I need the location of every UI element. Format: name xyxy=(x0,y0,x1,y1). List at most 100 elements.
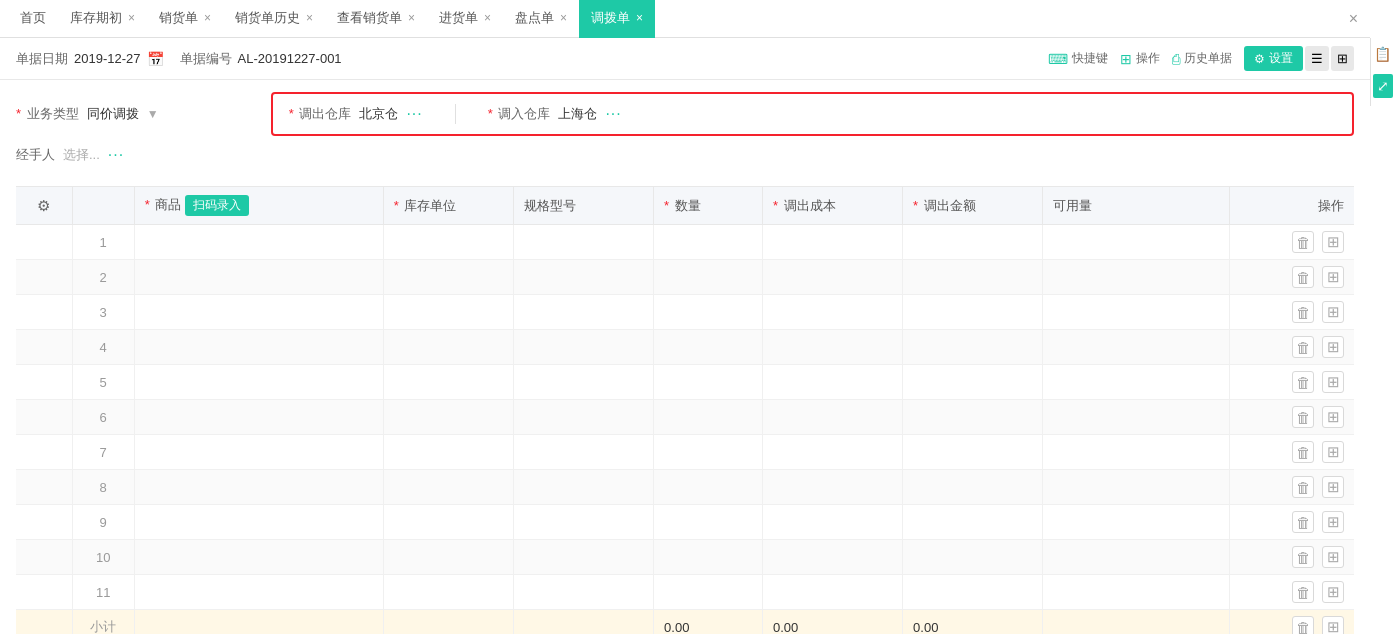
table-gear-icon[interactable]: ⚙ xyxy=(37,197,50,214)
row-product-cell[interactable] xyxy=(134,435,383,470)
row-product-cell[interactable] xyxy=(134,330,383,365)
close-all-tabs[interactable]: × xyxy=(1345,6,1362,32)
row-unit-cell[interactable] xyxy=(383,330,513,365)
row-product-cell[interactable] xyxy=(134,505,383,540)
copy-row-btn[interactable]: ⊞ xyxy=(1322,441,1344,463)
tab-close-transfer[interactable]: × xyxy=(636,11,643,25)
delete-row-btn[interactable]: 🗑 xyxy=(1292,231,1314,253)
row-spec-cell[interactable] xyxy=(514,295,654,330)
row-amount-cell[interactable] xyxy=(903,540,1043,575)
row-unit-cell[interactable] xyxy=(383,540,513,575)
row-spec-cell[interactable] xyxy=(514,330,654,365)
row-cost-cell[interactable] xyxy=(763,505,903,540)
row-qty-cell[interactable] xyxy=(654,260,763,295)
row-unit-cell[interactable] xyxy=(383,400,513,435)
tab-close-inventory-init[interactable]: × xyxy=(128,11,135,25)
row-product-cell[interactable] xyxy=(134,295,383,330)
shortcut-key-btn[interactable]: ⌨ 快捷键 xyxy=(1048,50,1108,67)
copy-row-btn[interactable]: ⊞ xyxy=(1322,581,1344,603)
layout-btn-2[interactable]: ⊞ xyxy=(1331,46,1354,71)
row-cost-cell[interactable] xyxy=(763,225,903,260)
copy-row-btn[interactable]: ⊞ xyxy=(1322,266,1344,288)
row-amount-cell[interactable] xyxy=(903,330,1043,365)
row-cost-cell[interactable] xyxy=(763,540,903,575)
row-spec-cell[interactable] xyxy=(514,260,654,295)
delete-row-btn[interactable]: 🗑 xyxy=(1292,441,1314,463)
out-warehouse-more-btn[interactable]: ··· xyxy=(406,105,422,123)
copy-row-btn[interactable]: ⊞ xyxy=(1322,546,1344,568)
copy-row-btn[interactable]: ⊞ xyxy=(1322,476,1344,498)
row-amount-cell[interactable] xyxy=(903,295,1043,330)
row-amount-cell[interactable] xyxy=(903,400,1043,435)
row-amount-cell[interactable] xyxy=(903,505,1043,540)
subtotal-copy-btn[interactable]: ⊞ xyxy=(1322,616,1344,634)
delete-row-btn[interactable]: 🗑 xyxy=(1292,336,1314,358)
delete-row-btn[interactable]: 🗑 xyxy=(1292,266,1314,288)
row-amount-cell[interactable] xyxy=(903,365,1043,400)
tab-sales-history[interactable]: 销货单历史 × xyxy=(223,0,325,38)
tab-view-sales[interactable]: 查看销货单 × xyxy=(325,0,427,38)
row-amount-cell[interactable] xyxy=(903,260,1043,295)
row-cost-cell[interactable] xyxy=(763,260,903,295)
row-spec-cell[interactable] xyxy=(514,540,654,575)
row-qty-cell[interactable] xyxy=(654,435,763,470)
row-amount-cell[interactable] xyxy=(903,575,1043,610)
row-cost-cell[interactable] xyxy=(763,435,903,470)
row-unit-cell[interactable] xyxy=(383,575,513,610)
history-doc-btn[interactable]: ⎙ 历史单据 xyxy=(1172,50,1232,67)
sidebar-expand-icon[interactable]: ⤢ xyxy=(1373,74,1393,98)
row-product-cell[interactable] xyxy=(134,365,383,400)
row-qty-cell[interactable] xyxy=(654,225,763,260)
row-unit-cell[interactable] xyxy=(383,260,513,295)
row-qty-cell[interactable] xyxy=(654,365,763,400)
tab-close-purchase-order[interactable]: × xyxy=(484,11,491,25)
delete-row-btn[interactable]: 🗑 xyxy=(1292,301,1314,323)
tab-close-sales-history[interactable]: × xyxy=(306,11,313,25)
row-unit-cell[interactable] xyxy=(383,505,513,540)
tab-inventory-init[interactable]: 库存期初 × xyxy=(58,0,147,38)
row-spec-cell[interactable] xyxy=(514,365,654,400)
setting-btn[interactable]: ⚙ 设置 xyxy=(1244,46,1303,71)
row-qty-cell[interactable] xyxy=(654,575,763,610)
row-unit-cell[interactable] xyxy=(383,470,513,505)
sidebar-doc-icon[interactable]: 📋 xyxy=(1374,46,1391,62)
row-amount-cell[interactable] xyxy=(903,435,1043,470)
row-spec-cell[interactable] xyxy=(514,505,654,540)
tab-purchase-order[interactable]: 进货单 × xyxy=(427,0,503,38)
row-product-cell[interactable] xyxy=(134,470,383,505)
row-cost-cell[interactable] xyxy=(763,295,903,330)
biz-type-select[interactable]: 同价调拨 ▼ xyxy=(87,105,247,123)
copy-row-btn[interactable]: ⊞ xyxy=(1322,336,1344,358)
row-spec-cell[interactable] xyxy=(514,400,654,435)
row-qty-cell[interactable] xyxy=(654,330,763,365)
tab-transfer[interactable]: 调拨单 × xyxy=(579,0,655,38)
row-cost-cell[interactable] xyxy=(763,470,903,505)
copy-row-btn[interactable]: ⊞ xyxy=(1322,371,1344,393)
tab-home[interactable]: 首页 xyxy=(8,0,58,38)
copy-row-btn[interactable]: ⊞ xyxy=(1322,406,1344,428)
row-unit-cell[interactable] xyxy=(383,365,513,400)
row-unit-cell[interactable] xyxy=(383,295,513,330)
row-cost-cell[interactable] xyxy=(763,365,903,400)
row-product-cell[interactable] xyxy=(134,540,383,575)
tab-close-view-sales[interactable]: × xyxy=(408,11,415,25)
tab-sales-order[interactable]: 销货单 × xyxy=(147,0,223,38)
row-qty-cell[interactable] xyxy=(654,470,763,505)
row-amount-cell[interactable] xyxy=(903,470,1043,505)
calendar-icon[interactable]: 📅 xyxy=(147,51,164,67)
row-product-cell[interactable] xyxy=(134,260,383,295)
tab-stock-check[interactable]: 盘点单 × xyxy=(503,0,579,38)
operations-btn[interactable]: ⊞ 操作 xyxy=(1120,50,1160,67)
scan-entry-btn[interactable]: 扫码录入 xyxy=(185,195,249,216)
row-qty-cell[interactable] xyxy=(654,505,763,540)
row-spec-cell[interactable] xyxy=(514,575,654,610)
tab-close-sales-order[interactable]: × xyxy=(204,11,211,25)
delete-row-btn[interactable]: 🗑 xyxy=(1292,581,1314,603)
row-spec-cell[interactable] xyxy=(514,435,654,470)
row-cost-cell[interactable] xyxy=(763,330,903,365)
delete-row-btn[interactable]: 🗑 xyxy=(1292,476,1314,498)
row-spec-cell[interactable] xyxy=(514,470,654,505)
layout-btn-1[interactable]: ☰ xyxy=(1305,46,1329,71)
row-unit-cell[interactable] xyxy=(383,435,513,470)
row-product-cell[interactable] xyxy=(134,575,383,610)
